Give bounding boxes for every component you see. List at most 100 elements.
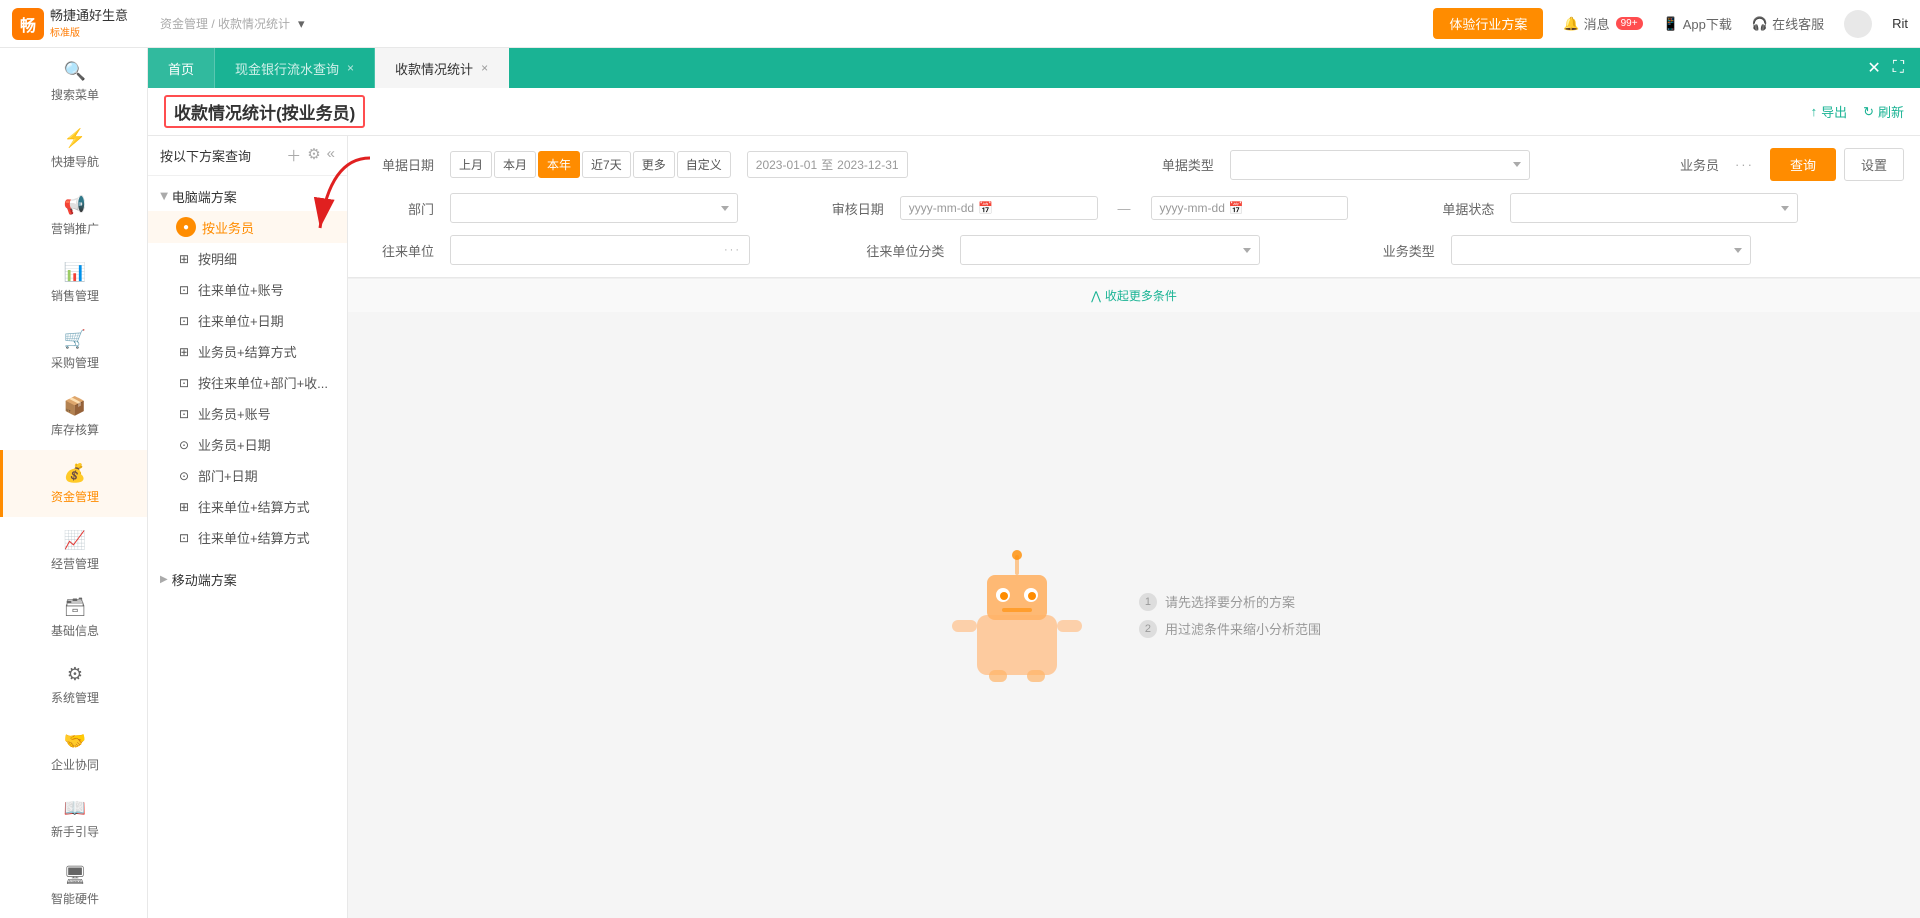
tree-item-sp-date[interactable]: ⊙ 业务员+日期 — [148, 429, 347, 460]
date-label: 单据日期 — [364, 155, 434, 174]
sidebar-item-hardware[interactable]: 🖥 智能硬件 — [0, 852, 147, 918]
audit-date-from-input[interactable]: yyyy-mm-dd 📅 — [900, 196, 1098, 220]
page-title-actions: ↑ 导出 ↻ 刷新 — [1811, 102, 1904, 121]
last-month-btn[interactable]: 上月 — [450, 151, 492, 178]
sidebar-item-enterprise[interactable]: 🤝 企业协同 — [0, 718, 147, 785]
tree-item-by-salesperson-label: 按业务员 — [202, 218, 254, 237]
tree-item-counter-dept[interactable]: ⊡ 按往来单位+部门+收... — [148, 367, 347, 398]
left-panel-title: 按以下方案查询 — [160, 146, 251, 165]
online-service-btn[interactable]: 🎧 在线客服 — [1752, 14, 1824, 33]
sidebar-item-system[interactable]: ⚙ 系统管理 — [0, 651, 147, 718]
tree-item-counter-settle1[interactable]: ⊞ 往来单位+结算方式 — [148, 491, 347, 522]
date-range-input[interactable]: 2023-01-01 至 2023-12-31 — [747, 151, 908, 178]
app-download-btn[interactable]: 📱 App下载 — [1663, 14, 1732, 33]
avatar[interactable] — [1844, 10, 1872, 38]
trial-btn[interactable]: 体验行业方案 — [1433, 8, 1543, 39]
system-icon: ⚙ — [64, 663, 86, 685]
biz-type-label: 业务类型 — [1375, 241, 1435, 260]
counter-settle2-icon: ⊡ — [176, 530, 192, 546]
export-icon: ↑ — [1811, 104, 1818, 119]
sidebar-label-basic: 基础信息 — [51, 622, 99, 639]
main-layout: 🔍 搜索菜单 ⚡ 快捷导航 📢 营销推广 📊 销售管理 🛒 采购管理 📦 库存核… — [0, 48, 1920, 918]
settings-btn[interactable]: 设置 — [1844, 148, 1904, 181]
sidebar-item-guide[interactable]: 📖 新手引导 — [0, 785, 147, 852]
this-month-btn[interactable]: 本月 — [494, 151, 536, 178]
refresh-btn[interactable]: ↻ 刷新 — [1863, 102, 1904, 121]
date-btn-group: 上月 本月 本年 近7天 更多 自定义 — [450, 151, 731, 178]
this-year-btn[interactable]: 本年 — [538, 151, 580, 178]
tree-item-by-salesperson[interactable]: ● 按业务员 — [148, 211, 347, 243]
counter-select[interactable]: ··· — [450, 235, 750, 265]
date-range-separator: 至 — [821, 156, 833, 173]
dept-label: 部门 — [364, 199, 434, 218]
hint-num-1: 1 — [1139, 593, 1157, 611]
tree-item-counter-acct[interactable]: ⊡ 往来单位+账号 — [148, 274, 347, 305]
tab-receipt-close-icon[interactable]: × — [481, 61, 488, 75]
messages-btn[interactable]: 🔔 消息 99+ — [1563, 14, 1642, 33]
tab-home[interactable]: 首页 — [148, 48, 215, 88]
tab-home-label: 首页 — [168, 59, 194, 78]
export-btn[interactable]: ↑ 导出 — [1811, 102, 1848, 121]
collapse-up-icon: ⋀ — [1091, 289, 1101, 303]
dept-select[interactable] — [450, 193, 738, 223]
tree-item-sp-settlement[interactable]: ⊞ 业务员+结算方式 — [148, 336, 347, 367]
sidebar-item-business[interactable]: 📈 经营管理 — [0, 517, 147, 584]
collapse-filter-btn[interactable]: ⋀ 收起更多条件 — [348, 278, 1920, 312]
bill-status-select[interactable] — [1510, 193, 1798, 223]
add-scheme-icon[interactable]: ＋ — [286, 145, 301, 166]
tree-item-counter-acct-label: 往来单位+账号 — [198, 280, 284, 299]
custom-date-btn[interactable]: 自定义 — [677, 151, 731, 178]
more-date-btn[interactable]: 更多 — [633, 151, 675, 178]
tree-item-dept-date[interactable]: ⊙ 部门+日期 — [148, 460, 347, 491]
pc-scheme-arrow-icon: ▶ — [158, 193, 169, 201]
right-panel: 单据日期 上月 本月 本年 近7天 更多 自定义 2023-01-01 — [348, 136, 1920, 918]
mobile-scheme-section: ▶ 移动端方案 — [148, 559, 347, 600]
tree-item-counter-date[interactable]: ⊡ 往来单位+日期 — [148, 305, 347, 336]
sidebar-item-sales[interactable]: 📊 销售管理 — [0, 249, 147, 316]
service-icon: 🎧 — [1752, 16, 1768, 32]
last-7days-btn[interactable]: 近7天 — [582, 151, 631, 178]
sidebar-label-quicknav: 快捷导航 — [51, 153, 99, 170]
sidebar-item-basic[interactable]: 🗃 基础信息 — [0, 584, 147, 651]
maximize-window-icon[interactable]: ⛶ — [1893, 59, 1904, 77]
sidebar-item-quicknav[interactable]: ⚡ 快捷导航 — [0, 115, 147, 182]
empty-hint-1: 1 请先选择要分析的方案 — [1139, 592, 1321, 611]
bill-status-label: 单据状态 — [1434, 199, 1494, 218]
biz-type-select[interactable] — [1451, 235, 1751, 265]
audit-date-label: 审核日期 — [824, 199, 884, 218]
salesperson-more-icon[interactable]: ··· — [1735, 157, 1754, 172]
tree-item-counter-dept-label: 按往来单位+部门+收... — [198, 373, 328, 392]
close-window-icon[interactable]: ✕ — [1867, 58, 1880, 78]
tab-bank-close-icon[interactable]: × — [347, 61, 354, 75]
pc-scheme-root[interactable]: ▶ 电脑端方案 — [148, 182, 347, 211]
tab-receipt-label: 收款情况统计 — [395, 59, 473, 78]
counter-dept-icon: ⊡ — [176, 375, 192, 391]
collapse-panel-icon[interactable]: « — [327, 145, 335, 166]
sidebar-item-finance[interactable]: 💰 资金管理 — [0, 450, 147, 517]
enterprise-icon: 🤝 — [64, 730, 86, 752]
sidebar-item-search[interactable]: 🔍 搜索菜单 — [0, 48, 147, 115]
tab-bank[interactable]: 现金银行流水查询 × — [215, 48, 375, 88]
audit-date-to-input[interactable]: yyyy-mm-dd 📅 — [1151, 196, 1349, 220]
counter-category-select[interactable] — [960, 235, 1260, 265]
tree-item-counter-settle2[interactable]: ⊡ 往来单位+结算方式 — [148, 522, 347, 553]
sidebar-item-inventory[interactable]: 📦 库存核算 — [0, 383, 147, 450]
content-area: 首页 现金银行流水查询 × 收款情况统计 × ✕ ⛶ 收款情况统计(按业务员) — [148, 48, 1920, 918]
sidebar-item-purchase[interactable]: 🛒 采购管理 — [0, 316, 147, 383]
tree-item-sp-acct[interactable]: ⊡ 业务员+账号 — [148, 398, 347, 429]
dept-dropdown-icon — [721, 206, 729, 211]
tab-receipt[interactable]: 收款情况统计 × — [375, 48, 509, 88]
scheme-settings-icon[interactable]: ⚙ — [307, 145, 320, 166]
counter-more-icon[interactable]: ··· — [724, 244, 741, 256]
mobile-scheme-root[interactable]: ▶ 移动端方案 — [148, 565, 347, 594]
sidebar-item-marketing[interactable]: 📢 营销推广 — [0, 182, 147, 249]
left-panel-header-actions: ＋ ⚙ « — [286, 145, 335, 166]
sidebar-label-system: 系统管理 — [51, 689, 99, 706]
audit-date-to-placeholder: yyyy-mm-dd — [1160, 201, 1225, 215]
tree-item-sp-acct-label: 业务员+账号 — [198, 404, 271, 423]
bell-icon: 🔔 — [1563, 16, 1579, 32]
tree-item-by-detail[interactable]: ⊞ 按明细 — [148, 243, 347, 274]
query-btn[interactable]: 查询 — [1770, 148, 1836, 181]
pc-scheme-section: ▶ 电脑端方案 ● 按业务员 ⊞ 按明细 ⊡ — [148, 176, 347, 559]
bill-type-select[interactable] — [1230, 150, 1530, 180]
